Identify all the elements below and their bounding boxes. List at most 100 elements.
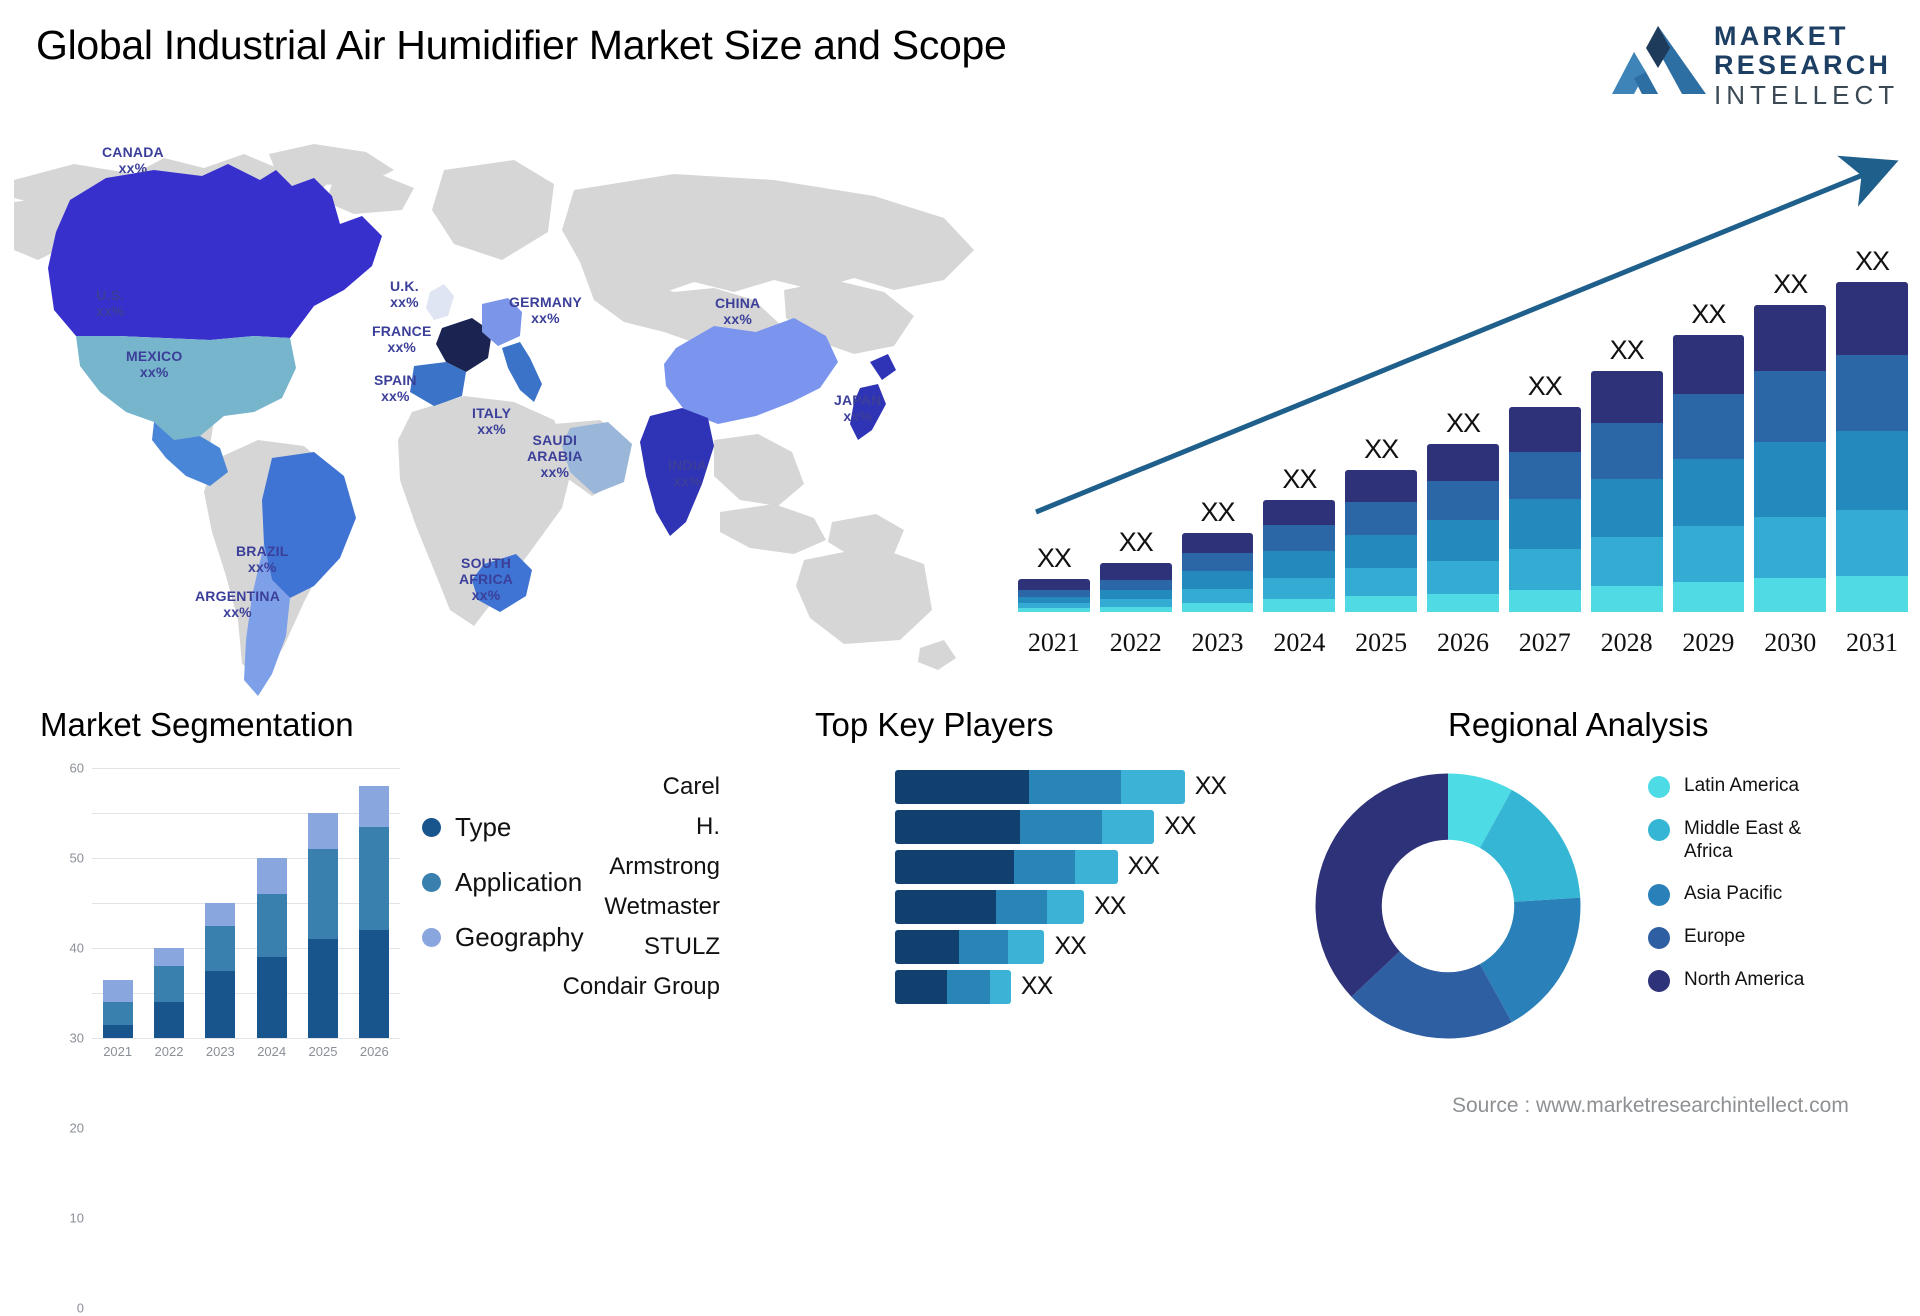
map-label-percent: xx%	[223, 604, 252, 620]
map-label-name: SAUDI ARABIA	[527, 432, 583, 464]
key-player-value-label: XX	[1020, 972, 1053, 1000]
forecast-x-label: 2028	[1600, 628, 1653, 657]
map-label-south-africa: SOUTH AFRICA xx%	[459, 555, 513, 603]
forecast-x-label: 2029	[1682, 628, 1735, 657]
forecast-bar-value-label: XX	[1118, 526, 1154, 557]
map-label-name: U.K.	[390, 278, 419, 294]
forecast-bar-column: XX	[1590, 212, 1663, 612]
map-label-name: ARGENTINA	[195, 588, 281, 604]
forecast-bar-segment	[1263, 499, 1336, 525]
forecast-x-label: 2025	[1355, 628, 1408, 657]
forecast-bar-value-label: XX	[1527, 371, 1563, 402]
segmentation-bar-segment	[307, 939, 338, 1038]
forecast-bar-stack	[1018, 579, 1090, 612]
forecast-bar-value-label: XX	[1364, 434, 1399, 465]
forecast-bar-stack	[1754, 305, 1827, 612]
key-player-bar-segment	[1020, 810, 1103, 844]
map-label-u-k-: U.K. xx%	[390, 278, 419, 310]
segmentation-bar-stack	[153, 768, 184, 1038]
forecast-bar-segment	[1427, 481, 1499, 521]
segmentation-bar-segment	[205, 970, 236, 1038]
segmentation-bar-segment	[205, 903, 236, 926]
segmentation-bar-segment	[307, 813, 338, 849]
key-player-bar-segment	[895, 810, 1021, 844]
segmentation-bar-column	[143, 768, 194, 1038]
key-player-name: Carel	[662, 773, 720, 800]
forecast-x-label: 2027	[1518, 628, 1571, 657]
map-label-china: CHINA xx%	[715, 295, 760, 327]
key-player-bar-segment	[895, 850, 1014, 884]
legend-dot-icon	[1648, 970, 1670, 992]
forecast-bar-segment	[1018, 590, 1090, 598]
forecast-bar-segment	[1099, 590, 1172, 600]
segmentation-bar-segment	[102, 979, 133, 1002]
segmentation-legend-item: Geography	[422, 922, 584, 953]
map-label-name: CANADA	[102, 144, 164, 160]
world-map: CANADA xx% U.S. xx% MEXICO xx% BRAZIL xx% ARGENT…	[14, 140, 1014, 700]
segmentation-bar-segment	[153, 1002, 184, 1038]
regional-donut-svg	[1315, 773, 1581, 1039]
forecast-bar-segment	[1099, 562, 1172, 580]
map-label-name: ITALY	[472, 405, 512, 421]
page-title: Global Industrial Air Humidifier Market …	[36, 22, 1007, 68]
key-player-bar	[895, 970, 1011, 1004]
forecast-bar-column: XX	[1508, 212, 1581, 612]
map-label-percent: xx%	[673, 473, 702, 489]
forecast-bar-segment	[1672, 581, 1745, 612]
key-player-bar-segment	[1007, 930, 1045, 964]
map-label-india: INDIA xx%	[668, 457, 707, 489]
forecast-bar-value-label: XX	[1691, 298, 1726, 329]
forecast-bar-segment	[1672, 334, 1745, 395]
key-player-bar-segment	[989, 970, 1011, 1004]
segmentation-x-label: 2023	[205, 1044, 235, 1059]
forecast-bar-value-label: XX	[1445, 407, 1481, 438]
segmentation-y-tick: 60	[69, 760, 84, 776]
key-player-bar	[895, 850, 1118, 884]
map-label-name: CHINA	[715, 295, 761, 311]
section-title-players: Top Key Players	[815, 706, 1054, 743]
map-label-name: SOUTH AFRICA	[459, 555, 514, 587]
regional-legend-label: Asia Pacific	[1684, 883, 1783, 904]
segmentation-bar-segment	[359, 826, 390, 930]
regional-legend-label: Middle East & Africa	[1684, 818, 1802, 862]
segmentation-bar-stack	[307, 768, 338, 1038]
segmentation-y-tick: 40	[69, 940, 84, 956]
map-label-u-s-: U.S. xx%	[96, 287, 125, 319]
logo-line-intellect: INTELLECT	[1714, 80, 1900, 110]
forecast-x-label: 2021	[1027, 628, 1080, 657]
forecast-bar-value-label: XX	[1773, 269, 1808, 300]
key-player-bar-segment	[1074, 850, 1118, 884]
segmentation-legend-label: Type	[455, 812, 512, 842]
segmentation-x-label: 2024	[257, 1044, 287, 1059]
legend-dot-icon	[422, 928, 441, 947]
segmentation-bar-segment	[153, 948, 184, 966]
key-player-name: Armstrong	[609, 853, 720, 880]
forecast-bar-value-label: XX	[1036, 543, 1072, 573]
forecast-bar-stack	[1345, 470, 1418, 612]
forecast-bar-stack	[1672, 334, 1745, 612]
map-label-percent: xx%	[471, 587, 501, 603]
key-player-bar	[895, 930, 1045, 964]
logo-mountain-icon	[1612, 26, 1706, 94]
forecast-x-label: 2031	[1846, 628, 1899, 657]
map-label-percent: xx%	[531, 310, 560, 326]
brand-logo: MARKET RESEARCH INTELLECT	[1612, 18, 1912, 110]
key-player-bar-segment	[895, 970, 947, 1004]
segmentation-y-tick: 20	[69, 1120, 84, 1136]
segmentation-bar-column	[297, 768, 348, 1038]
forecast-bar-segment	[1590, 478, 1663, 538]
forecast-bar-segment	[1181, 552, 1254, 572]
forecast-bar-stack	[1181, 532, 1254, 612]
map-label-name: SPAIN	[374, 372, 417, 388]
key-player-bar-segment	[895, 890, 996, 924]
map-label-percent: xx%	[139, 364, 169, 380]
regional-legend-item: Europe	[1648, 925, 1844, 949]
segmentation-bar-segment	[153, 966, 184, 1002]
forecast-bar-segment	[1099, 606, 1172, 612]
forecast-bar-column: XX	[1099, 212, 1172, 612]
forecast-bar-segment	[1099, 599, 1172, 607]
map-label-name: FRANCE	[372, 323, 432, 339]
forecast-bar-column: XX	[1345, 212, 1418, 612]
key-player-name: STULZ	[643, 933, 720, 960]
segmentation-legend-item: Application	[422, 867, 584, 898]
